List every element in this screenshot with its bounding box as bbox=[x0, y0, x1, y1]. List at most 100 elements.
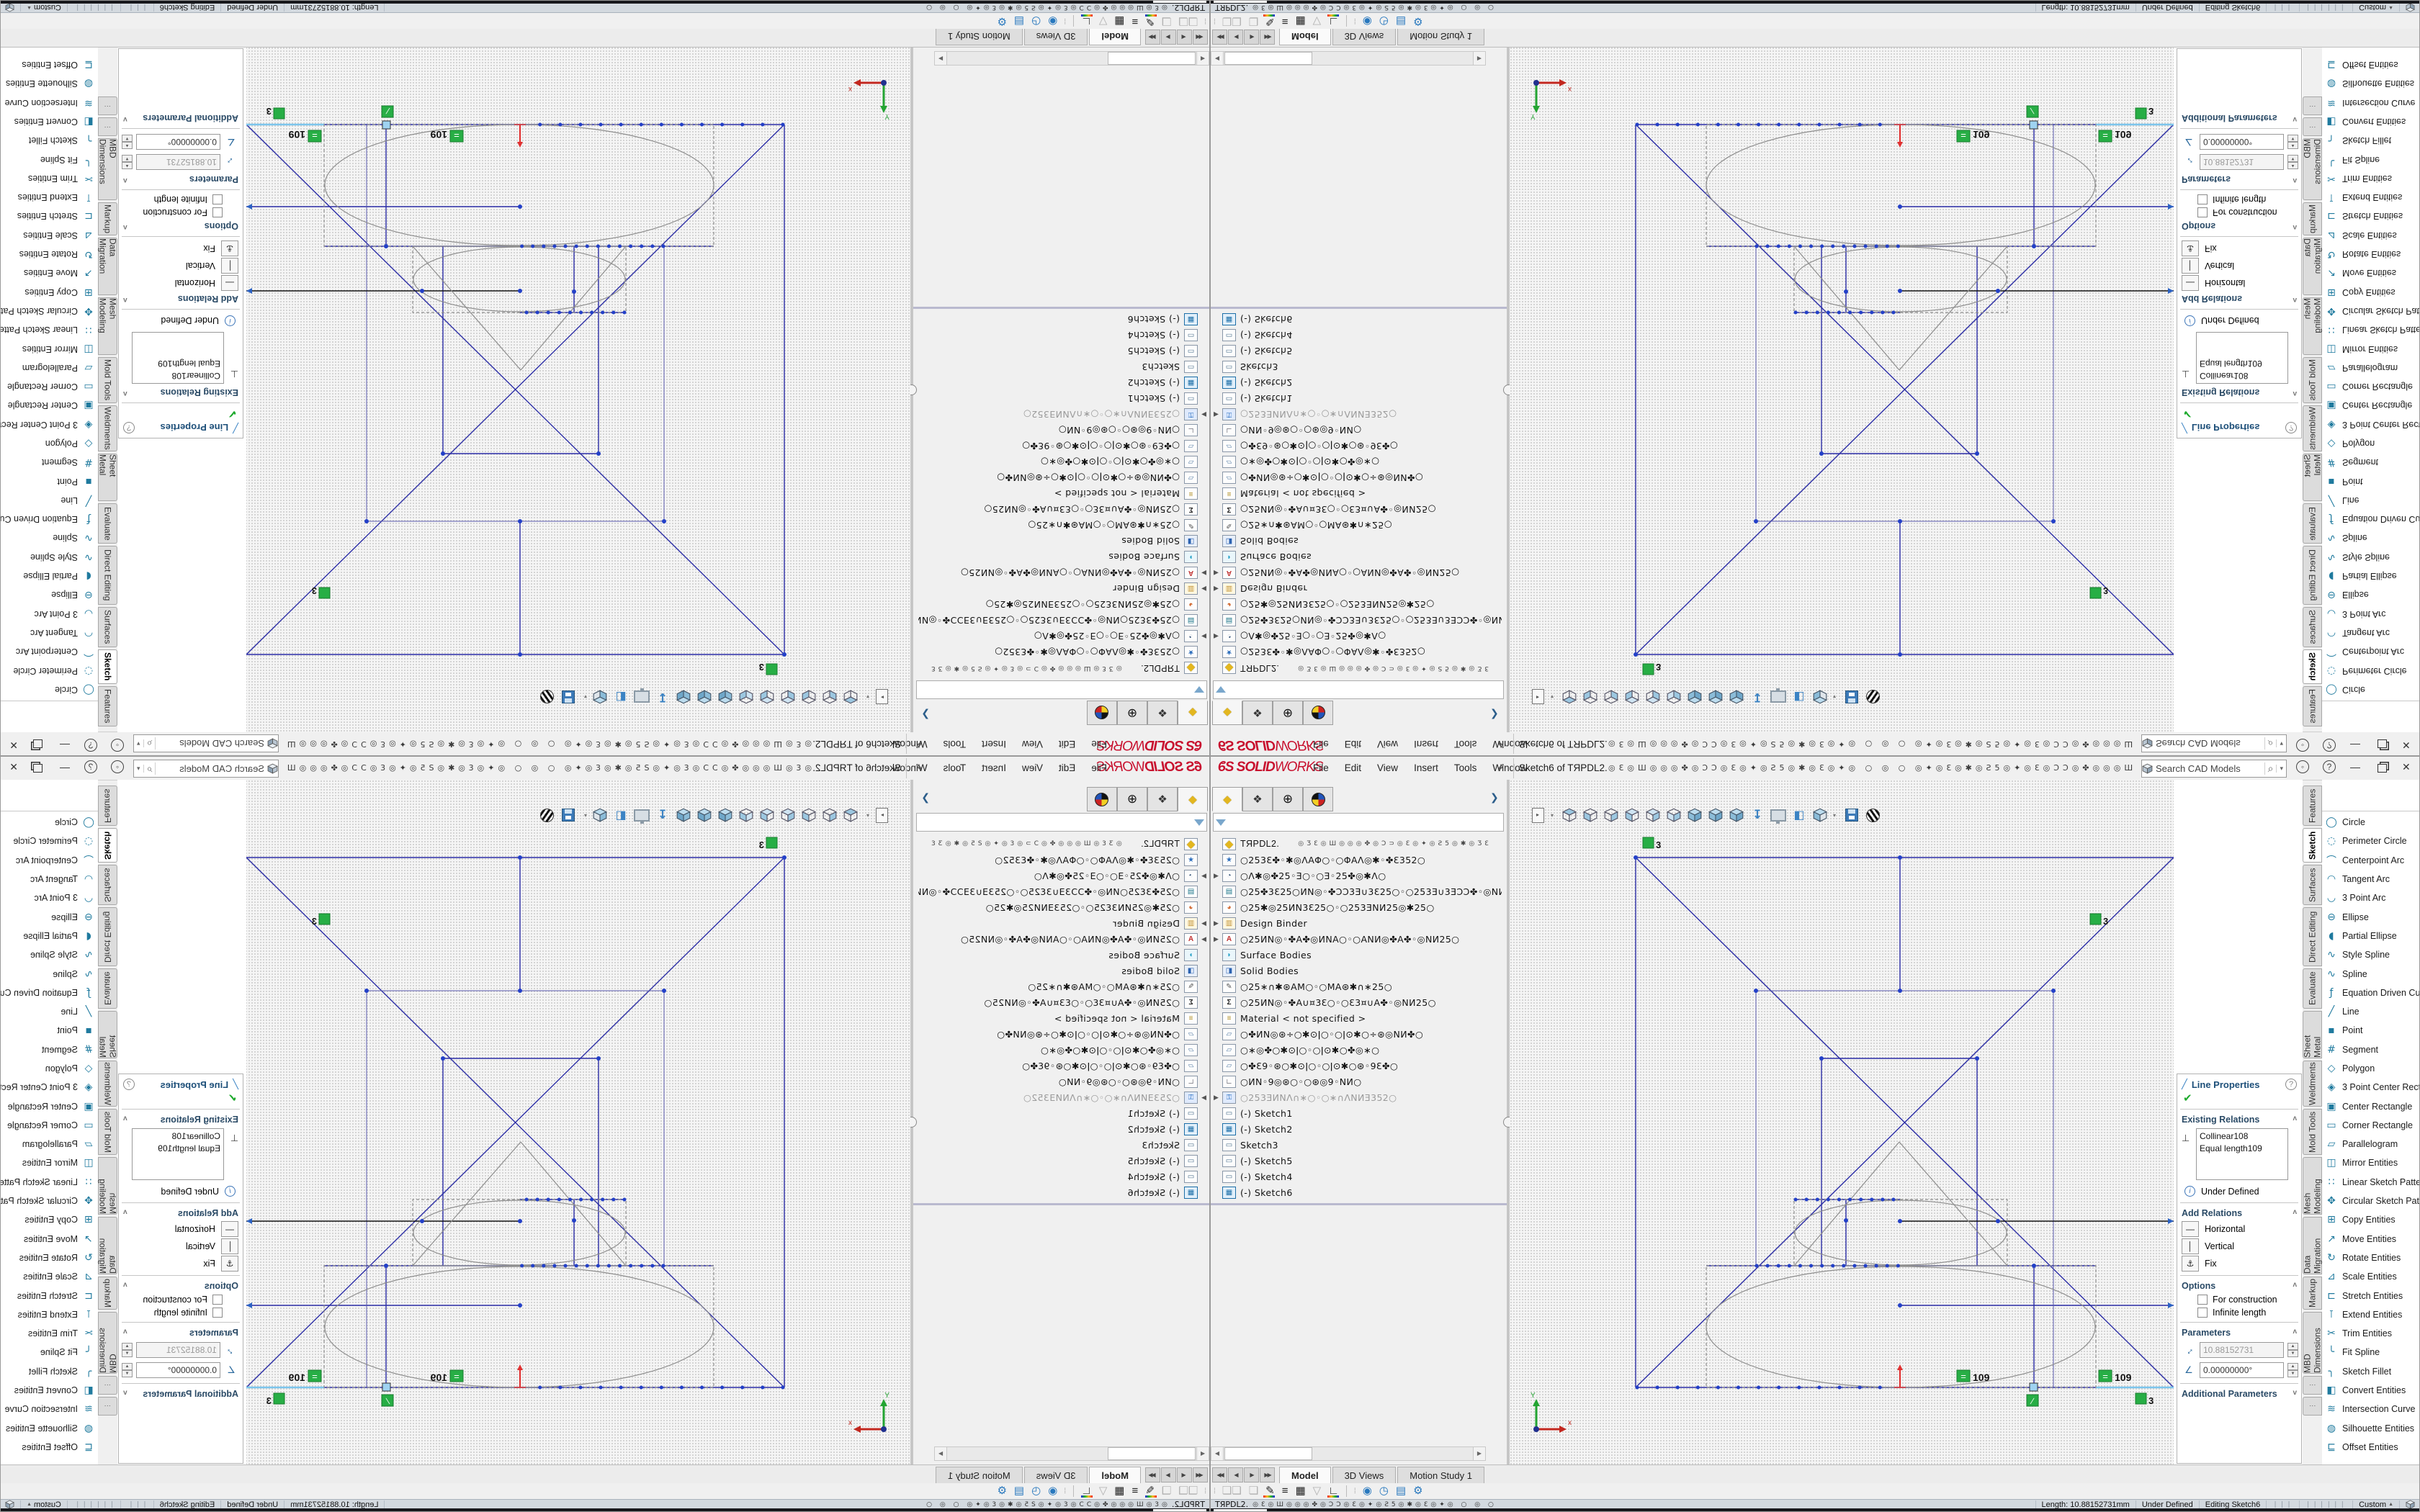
tool-item[interactable]: ⊖ Ellipse bbox=[0, 585, 95, 604]
section-parameters[interactable]: Parametersʌ bbox=[119, 1326, 243, 1340]
tool-item[interactable]: ▪ Point bbox=[0, 472, 95, 490]
tab-configurations[interactable]: ⊕ bbox=[1117, 787, 1147, 811]
tool-item[interactable]: ◈ 3 Point Center Recta... bbox=[2325, 1078, 2420, 1097]
commandmanager-tab[interactable]: Direct Editing bbox=[98, 546, 117, 605]
close-button[interactable]: ✕ bbox=[2402, 761, 2411, 773]
tool-item[interactable]: ∷ Linear Sketch Pattern bbox=[0, 320, 95, 339]
document-tab[interactable]: Motion Study 1 bbox=[936, 1467, 1023, 1484]
minimize-button[interactable]: — bbox=[60, 761, 70, 773]
tool-item[interactable]: ⊞ Copy Entities bbox=[2325, 1210, 2420, 1229]
section-existing-relations[interactable]: Existing Relationsʌ bbox=[119, 385, 243, 400]
collapse-icon[interactable]: ʌ bbox=[2293, 387, 2297, 397]
tool-item[interactable]: ⊺ Extend Entities bbox=[0, 188, 95, 207]
tool-item[interactable]: ⊏ Stretch Entities bbox=[2325, 207, 2420, 225]
tool-item[interactable]: ⊏ Stretch Entities bbox=[0, 207, 95, 225]
relation-badge-equal-right[interactable]: = 109 bbox=[288, 129, 321, 142]
search-dropdown-icon[interactable]: ▾ bbox=[2276, 739, 2286, 747]
section-parameters[interactable]: Parametersʌ bbox=[119, 172, 243, 186]
graphics-area[interactable]: ▸ ▾ ↧ ◧ ▾ bbox=[246, 780, 910, 1464]
tree-item[interactable]: ◨ Solid Bodies bbox=[1214, 534, 1502, 549]
tool-item[interactable]: ◇ Polygon bbox=[2325, 1059, 2420, 1078]
relation-item[interactable]: Collinear108 bbox=[2200, 1130, 2285, 1143]
expand-icon[interactable]: v bbox=[2293, 113, 2297, 123]
tab-configurations[interactable]: ⊕ bbox=[1273, 787, 1303, 811]
tool-item[interactable]: ⊿ Scale Entities bbox=[2325, 226, 2420, 245]
section-options[interactable]: Optionsʌ bbox=[119, 1279, 243, 1293]
commandmanager-tab[interactable]: Weldments bbox=[98, 1061, 117, 1107]
panel-help-icon[interactable]: ? bbox=[2285, 1079, 2297, 1090]
folder-clock-icon[interactable]: ▤ bbox=[1014, 14, 1024, 27]
checkbox[interactable] bbox=[2197, 194, 2208, 204]
tree-filter-input[interactable] bbox=[1213, 680, 1504, 699]
commandmanager-tab[interactable]: Mesh Modeling bbox=[2303, 297, 2322, 355]
relations-listbox[interactable]: Collinear108Equal length109 bbox=[132, 1128, 224, 1180]
tab-nav-button[interactable]: ◀ bbox=[1228, 1467, 1243, 1482]
section-additional-parameters[interactable]: Additional Parametersv bbox=[2177, 1387, 2301, 1401]
sheets-icon[interactable]: ❏ bbox=[1249, 14, 1258, 27]
tree-item[interactable]: Σ ○25ИN◎◦✤Α∪¤3Ɛ○◦○Ɛ3¤∪Α✤◦◎NИ25○ bbox=[1214, 502, 1502, 518]
datum-icon[interactable]: ∟ bbox=[1328, 1485, 1339, 1498]
tool-item[interactable]: ⊑ Offset Entities bbox=[0, 1438, 95, 1457]
tool-item[interactable]: ◠ Tangent Arc bbox=[2325, 870, 2420, 888]
expand-arrow-icon[interactable]: ▶ bbox=[1198, 411, 1206, 419]
camera-clock-icon[interactable]: ◉ bbox=[1363, 1485, 1372, 1498]
tree-item[interactable]: ★ ○253Ɛ✤◦✱◎ΛΑΦ○◦○ΦΑΛ◎✱◦✤Ɛ352○ bbox=[918, 644, 1206, 660]
tool-item[interactable]: ◯ Circle bbox=[2325, 680, 2420, 699]
close-button[interactable]: ✕ bbox=[9, 739, 18, 751]
search-icon[interactable]: ⌕ bbox=[2264, 762, 2277, 775]
tool-item[interactable]: ∿ Spline bbox=[2325, 964, 2420, 983]
tree-item[interactable]: ▭ (-) Sketch5 bbox=[1214, 1153, 1502, 1169]
add-relation-row[interactable]: ⚓ Fix bbox=[2177, 1255, 2301, 1272]
search-input[interactable]: Search CAD Models bbox=[156, 738, 267, 749]
scrollbar-thumb[interactable] bbox=[1224, 52, 1312, 65]
tool-item[interactable]: ◈ 3 Point Center Recta... bbox=[0, 1078, 95, 1097]
tree-item[interactable]: ▭ (-) Sketch1 bbox=[1214, 1105, 1502, 1121]
collapse-icon[interactable]: ʌ bbox=[123, 387, 127, 397]
tree-item[interactable]: ∟ ○ИN◦9◎⊛○◦○⊛◎9◦NИ○ bbox=[1214, 1074, 1502, 1089]
tree-item[interactable]: ▱ ○✤Ɛ9◦⊛○✱⊙ǀ○◦○ǀ⊙✱○⊛◦9Ɛ✤○ bbox=[1214, 1058, 1502, 1074]
tool-item[interactable]: ◍ Silhouette Entities bbox=[2325, 1419, 2420, 1438]
tab-featuremanager[interactable]: ◆ bbox=[1178, 701, 1208, 725]
menu-item[interactable]: File bbox=[1091, 739, 1107, 750]
option-row[interactable]: For construction bbox=[119, 1293, 243, 1306]
restore-button[interactable] bbox=[33, 764, 42, 773]
length-input[interactable]: 10.88152731 bbox=[136, 154, 220, 170]
expand-arrow-icon[interactable]: ▶ bbox=[1214, 633, 1222, 641]
add-relation-row[interactable]: ⚓ Fix bbox=[119, 1255, 243, 1272]
section-add-relations[interactable]: Add Relationsʌ bbox=[2177, 1206, 2301, 1220]
tree-item[interactable]: ▶ ⚿ ○253ƎИNΛ∩∗○◦○∗∩ΛNИƎ352○ bbox=[918, 407, 1206, 423]
tree-root-row[interactable]: ◆ TЯPDL2. ◎ƷƐ◎Ш◎◎◎✤◎Ɔ⊃◎Ɛ◎✦◎Ƨ5◎✱◎ƷƐ bbox=[918, 836, 1206, 852]
scroll-right-icon[interactable]: ▶ bbox=[935, 1447, 947, 1460]
document-tab[interactable]: Motion Study 1 bbox=[1397, 28, 1484, 45]
commandmanager-tab[interactable]: ⋮ bbox=[98, 1397, 117, 1416]
tree-filter-input[interactable] bbox=[1213, 813, 1504, 832]
menu-item[interactable]: View bbox=[1022, 762, 1043, 773]
tree-item[interactable]: ▱ ○✤Ɛ9◦⊛○✱⊙ǀ○◦○ǀ⊙✱○⊛◦9Ɛ✤○ bbox=[918, 438, 1206, 454]
search-input[interactable]: Search CAD Models bbox=[2153, 738, 2264, 749]
tree-item[interactable]: ▶ ⚿ ○253ƎИNΛ∩∗○◦○∗∩ΛNИƎ352○ bbox=[918, 1089, 1206, 1105]
relation-badge-equal-left[interactable]: = 109 bbox=[430, 129, 463, 142]
tool-item[interactable]: ⌒ Centerpoint Arc bbox=[2325, 851, 2420, 870]
tab-nav-button[interactable]: ▶ bbox=[1161, 1467, 1176, 1482]
tree-item[interactable]: Σ ○25ИN◎◦✤Α∪¤3Ɛ○◦○Ɛ3¤∪Α✤◦◎NИ25○ bbox=[918, 994, 1206, 1010]
menu-item[interactable]: File bbox=[1091, 762, 1107, 773]
ok-checkmark-icon[interactable]: ✔ bbox=[119, 406, 243, 420]
hatch-icon[interactable]: ▦ bbox=[1114, 14, 1124, 27]
option-row[interactable]: Infinite length bbox=[2177, 1306, 2301, 1319]
tree-item[interactable]: ✎ ○25∗∩✱⊛ΑΜ○◦○ΜΑ⊛✱∩∗25○ bbox=[1214, 978, 1502, 994]
commandmanager-tab[interactable]: Features bbox=[98, 686, 117, 726]
tree-item[interactable]: ▱ ○∗◎✤○✱⊙ǀ○◦○ǀ⊙✱○✤◎∗○ bbox=[918, 1042, 1206, 1058]
add-relation-row[interactable]: │ Vertical bbox=[2177, 257, 2301, 274]
tool-item[interactable]: ✂ Trim Entities bbox=[0, 1324, 95, 1343]
status-units-selector[interactable]: Custom ▲ bbox=[2352, 1500, 2399, 1509]
help-icon[interactable]: ? bbox=[2323, 760, 2336, 773]
expand-arrow-icon[interactable]: ▶ bbox=[1198, 585, 1206, 593]
search-box[interactable]: Search CAD Models ⌕ ▾ bbox=[133, 760, 279, 778]
tree-item[interactable]: ▤ ○25✤3Ɛ25○ИN◎◦✤ƆƆ3Ǝ∪3Ɛ25○◦○253Ǝ∪3ƎƆƆ✤◦◎… bbox=[1214, 613, 1502, 629]
gear-icon[interactable]: ⚙ bbox=[997, 1485, 1006, 1498]
tree-item[interactable]: ▱ ○✤Ɛ9◦⊛○✱⊙ǀ○◦○ǀ⊙✱○⊛◦9Ɛ✤○ bbox=[918, 1058, 1206, 1074]
relation-badge-equal-left[interactable]: = 109 bbox=[1957, 1370, 1990, 1383]
small-ellipse[interactable] bbox=[1795, 1200, 2007, 1265]
tab-propertymanager[interactable]: ❖ bbox=[1147, 787, 1178, 811]
tree-item[interactable]: ▶ ▥ Design Binder bbox=[918, 581, 1206, 597]
